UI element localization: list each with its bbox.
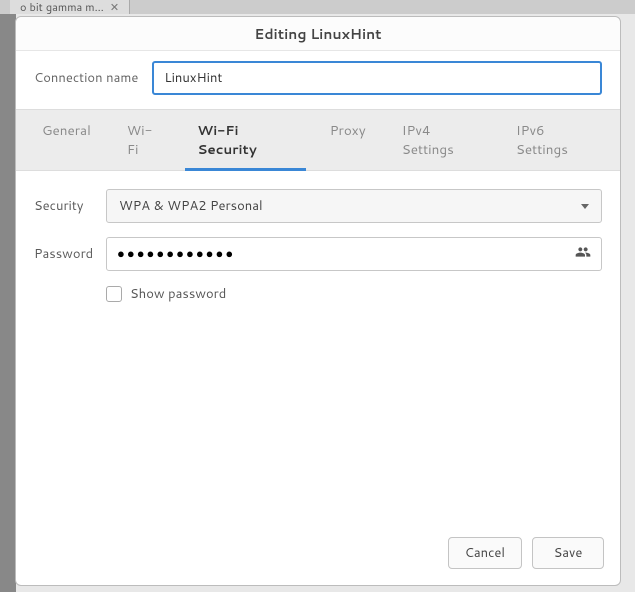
tab-proxy[interactable]: Proxy [312,110,384,170]
password-input[interactable] [117,245,575,263]
background-left-strip [0,0,16,592]
tab-wifi-security[interactable]: Wi-Fi Security [179,110,311,170]
dialog-footer: Cancel Save [16,525,620,585]
tab-content: Security WPA & WPA2 Personal Password Sh… [16,171,620,525]
connection-name-row: Connection name [16,51,620,109]
show-password-checkbox[interactable] [106,286,122,302]
security-label: Security [34,197,96,215]
tab-ipv6-settings[interactable]: IPv6 Settings [498,110,612,170]
password-label: Password [34,245,96,263]
close-icon: ✕ [110,0,119,15]
chevron-down-icon [581,204,589,209]
connection-name-input[interactable] [152,61,602,95]
tab-wifi[interactable]: Wi-Fi [109,110,180,170]
background-tab: o bit gamma m… ✕ [10,0,130,14]
show-password-label: Show password [130,285,226,303]
cancel-button[interactable]: Cancel [448,537,522,569]
tabs-bar: General Wi-Fi Wi-Fi Security Proxy IPv4 … [16,109,620,171]
password-field-wrap [106,237,602,271]
edit-connection-dialog: Editing LinuxHint Connection name Genera… [15,16,621,586]
security-select[interactable]: WPA & WPA2 Personal [106,189,602,223]
background-tab-text: o bit gamma m… [20,0,104,15]
security-select-value: WPA & WPA2 Personal [119,197,263,215]
password-row: Password [34,237,602,271]
tab-general[interactable]: General [24,110,109,170]
connection-name-label: Connection name [34,69,138,87]
dialog-title: Editing LinuxHint [16,17,620,51]
security-row: Security WPA & WPA2 Personal [34,189,602,223]
save-button[interactable]: Save [532,537,604,569]
users-icon[interactable] [575,243,591,266]
tab-ipv4-settings[interactable]: IPv4 Settings [384,110,498,170]
show-password-row: Show password [106,285,602,303]
